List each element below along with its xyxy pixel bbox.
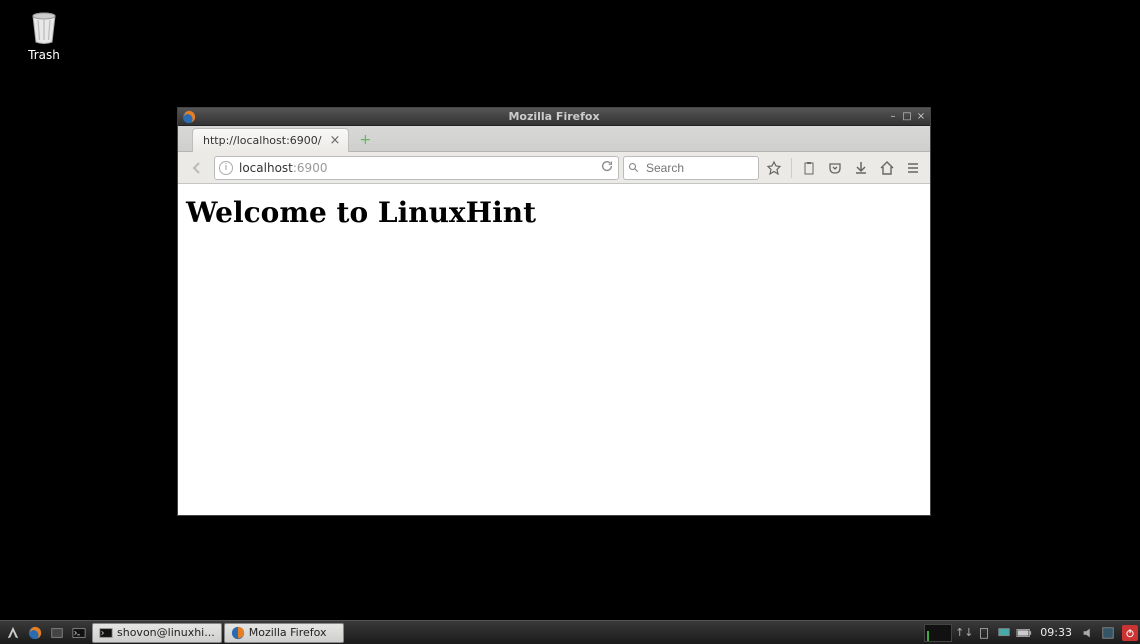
taskbar-item-label: shovon@linuxhi... xyxy=(117,626,215,639)
firefox-logo-icon xyxy=(182,110,196,124)
url-bar[interactable]: i localhost:6900 xyxy=(214,156,619,180)
firefox-window: Mozilla Firefox – □ × http://localhost:6… xyxy=(178,108,930,515)
firefox-icon xyxy=(231,626,245,640)
search-bar[interactable] xyxy=(623,156,759,180)
star-icon xyxy=(766,160,782,176)
page-heading: Welcome to LinuxHint xyxy=(186,196,922,229)
terminal-launcher[interactable] xyxy=(68,623,90,643)
reload-button[interactable] xyxy=(600,159,614,176)
trash-label: Trash xyxy=(28,48,60,62)
taskbar-item-label: Mozilla Firefox xyxy=(249,626,327,639)
minimize-button[interactable]: – xyxy=(886,110,900,124)
taskbar-item-terminal[interactable]: shovon@linuxhi... xyxy=(92,623,222,643)
menu-icon xyxy=(905,160,921,176)
search-input[interactable] xyxy=(644,160,754,176)
firefox-launcher[interactable] xyxy=(24,623,46,643)
titlebar[interactable]: Mozilla Firefox – □ × xyxy=(178,108,930,126)
system-tray: ↑↓ 09:33 xyxy=(924,624,1138,642)
browser-tab[interactable]: http://localhost:6900/ × xyxy=(192,128,349,152)
trash-desktop-icon[interactable]: Trash xyxy=(28,10,60,62)
bookmark-star-button[interactable] xyxy=(763,157,785,179)
close-button[interactable]: × xyxy=(914,110,928,124)
logout-tray-icon[interactable] xyxy=(1100,625,1116,641)
pocket-icon xyxy=(827,160,843,176)
hamburger-menu-button[interactable] xyxy=(902,157,924,179)
maximize-button[interactable]: □ xyxy=(900,110,914,124)
window-title: Mozilla Firefox xyxy=(508,110,599,123)
terminal-icon xyxy=(72,625,86,641)
pocket-button[interactable] xyxy=(824,157,846,179)
tab-title: http://localhost:6900/ xyxy=(203,134,321,147)
site-info-icon[interactable]: i xyxy=(219,161,233,175)
volume-tray-icon[interactable] xyxy=(1080,625,1096,641)
url-host: localhost xyxy=(239,161,293,175)
back-button[interactable] xyxy=(184,155,210,181)
firefox-icon xyxy=(28,625,42,641)
new-tab-button[interactable]: + xyxy=(353,129,377,151)
tab-bar: http://localhost:6900/ × + xyxy=(178,126,930,152)
terminal-icon xyxy=(99,626,113,640)
downloads-button[interactable] xyxy=(850,157,872,179)
page-content: Welcome to LinuxHint xyxy=(178,184,930,241)
search-icon xyxy=(628,162,640,174)
network-monitor[interactable] xyxy=(924,624,952,642)
files-launcher[interactable] xyxy=(46,623,68,643)
arch-menu-button[interactable] xyxy=(2,623,24,643)
toolbar-divider xyxy=(791,158,792,178)
network-icon[interactable]: ↑↓ xyxy=(956,625,972,641)
reload-icon xyxy=(600,159,614,173)
download-icon xyxy=(853,160,869,176)
trash-icon xyxy=(28,10,60,46)
navigation-toolbar: i localhost:6900 xyxy=(178,152,930,184)
bookmarks-menu-button[interactable] xyxy=(798,157,820,179)
arrow-left-icon xyxy=(189,160,205,176)
power-button[interactable] xyxy=(1122,625,1138,641)
url-rest: :6900 xyxy=(293,161,328,175)
taskbar-item-firefox[interactable]: Mozilla Firefox xyxy=(224,623,344,643)
tab-close-button[interactable]: × xyxy=(321,133,340,148)
taskbar: shovon@linuxhi... Mozilla Firefox ↑↓ 09:… xyxy=(0,620,1140,644)
desktop: Trash Mozilla Firefox – □ × http://local… xyxy=(0,0,1140,620)
home-button[interactable] xyxy=(876,157,898,179)
home-icon xyxy=(879,160,895,176)
arch-icon xyxy=(6,624,20,642)
clipboard-icon xyxy=(801,160,817,176)
display-tray-icon[interactable] xyxy=(996,625,1012,641)
battery-tray-icon[interactable] xyxy=(1016,625,1032,641)
files-icon xyxy=(50,625,64,641)
taskbar-clock[interactable]: 09:33 xyxy=(1036,626,1076,639)
clipboard-tray-icon[interactable] xyxy=(976,625,992,641)
